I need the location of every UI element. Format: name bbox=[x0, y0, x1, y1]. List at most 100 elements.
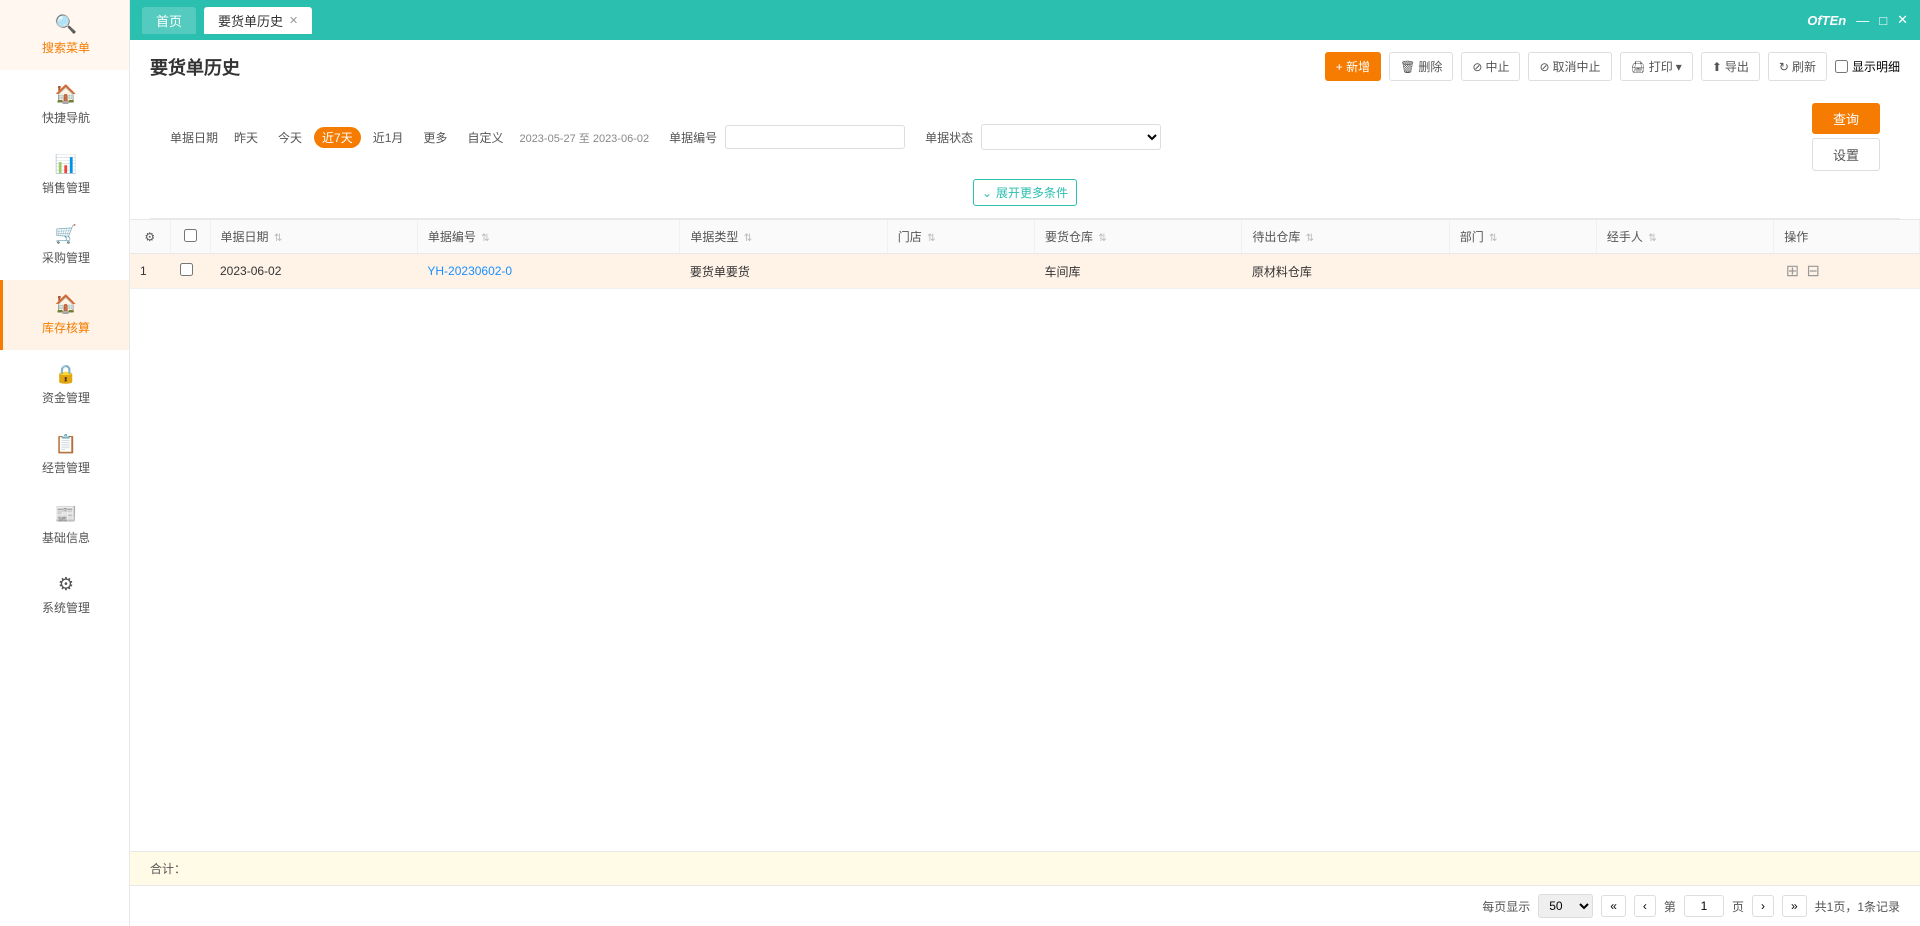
refresh-button[interactable]: ↻ 刷新 bbox=[1768, 52, 1827, 81]
maximize-button[interactable]: □ bbox=[1879, 13, 1887, 28]
date-opt-yesterday[interactable]: 昨天 bbox=[226, 127, 266, 148]
export-icon: ⬆ bbox=[1712, 60, 1722, 74]
inventory-icon: 🏠 bbox=[55, 294, 77, 315]
sidebar-item-basic[interactable]: 📰 基础信息 bbox=[0, 490, 129, 560]
date-opt-1month[interactable]: 近1月 bbox=[365, 127, 412, 148]
query-button[interactable]: 查询 bbox=[1812, 103, 1880, 134]
sort-icon-handler[interactable]: ⇅ bbox=[1648, 233, 1656, 244]
sidebar-item-purchase[interactable]: 🛒 采购管理 bbox=[0, 210, 129, 280]
row-bill-no: YH-20230602-0 bbox=[417, 254, 679, 289]
page-size-select[interactable]: 50 10 20 100 bbox=[1538, 894, 1593, 918]
row-actions: ⊞ ⊟ bbox=[1774, 254, 1920, 289]
prev-page-button[interactable]: ‹ bbox=[1634, 895, 1656, 917]
th-department: 部门 ⇅ bbox=[1449, 220, 1596, 254]
home-icon: 🏠 bbox=[55, 84, 77, 105]
sort-icon-dept[interactable]: ⇅ bbox=[1489, 233, 1497, 244]
settings-icon[interactable]: ⚙ bbox=[144, 230, 155, 244]
sort-icon-billno[interactable]: ⇅ bbox=[481, 233, 489, 244]
first-page-button[interactable]: « bbox=[1601, 895, 1626, 917]
date-range-display: 2023-05-27 至 2023-06-02 bbox=[519, 130, 649, 146]
tab-requisition-label: 要货单历史 bbox=[218, 11, 283, 30]
page-title-row: 要货单历史 + 新增 🗑 删除 ⊘ 中止 ⊘ 取消中止 bbox=[150, 52, 1900, 91]
th-date: 单据日期 ⇅ bbox=[210, 220, 417, 254]
row-req-warehouse: 车间库 bbox=[1034, 254, 1241, 289]
sidebar-label-operations: 经营管理 bbox=[42, 459, 90, 476]
brand-label: OfTEn bbox=[1807, 13, 1846, 28]
table-header: ⚙ 单据日期 ⇅ 单据编号 ⇅ bbox=[130, 220, 1920, 254]
sidebar-label-search: 搜索菜单 bbox=[42, 39, 90, 56]
th-bill-no: 单据编号 ⇅ bbox=[417, 220, 679, 254]
bill-no-input[interactable] bbox=[725, 125, 905, 149]
stop-button[interactable]: ⊘ 中止 bbox=[1461, 52, 1520, 81]
expand-filter-button[interactable]: ⌄ 展开更多条件 bbox=[973, 179, 1077, 206]
chart-icon: 📊 bbox=[55, 154, 77, 175]
cancel-stop-icon: ⊘ bbox=[1539, 60, 1549, 74]
bill-no-label: 单据编号 bbox=[669, 129, 717, 146]
clipboard-icon: 📋 bbox=[55, 434, 77, 455]
minimize-button[interactable]: — bbox=[1856, 13, 1869, 28]
sidebar-item-finance[interactable]: 🔒 资金管理 bbox=[0, 350, 129, 420]
date-opt-custom[interactable]: 自定义 bbox=[459, 127, 511, 148]
row-checkbox bbox=[170, 254, 210, 289]
sort-icon-type[interactable]: ⇅ bbox=[744, 233, 752, 244]
row-handler bbox=[1596, 254, 1773, 289]
tab-requisition[interactable]: 要货单历史 ✕ bbox=[204, 7, 312, 34]
sidebar-label-sales: 销售管理 bbox=[42, 179, 90, 196]
cancel-stop-button[interactable]: ⊘ 取消中止 bbox=[1528, 52, 1611, 81]
bill-no-link[interactable]: YH-20230602-0 bbox=[427, 264, 512, 278]
print-button[interactable]: 🖨 打印 ▾ bbox=[1620, 52, 1693, 81]
sort-icon-req-warehouse[interactable]: ⇅ bbox=[1098, 233, 1106, 244]
display-detail-label[interactable]: 显示明细 bbox=[1835, 58, 1900, 75]
date-opt-today[interactable]: 今天 bbox=[270, 127, 310, 148]
sort-icon-date[interactable]: ⇅ bbox=[274, 233, 282, 244]
date-opt-7days[interactable]: 近7天 bbox=[314, 127, 361, 148]
total-info: 共1页，1条记录 bbox=[1815, 898, 1900, 915]
display-detail-checkbox[interactable] bbox=[1835, 60, 1848, 73]
settings-button[interactable]: 设置 bbox=[1812, 138, 1880, 171]
delete-button[interactable]: 🗑 删除 bbox=[1389, 52, 1453, 81]
print-dropdown-icon: ▾ bbox=[1676, 60, 1682, 74]
date-opt-more[interactable]: 更多 bbox=[415, 127, 455, 148]
sidebar: 🔍 搜索菜单 🏠 快捷导航 📊 销售管理 🛒 采购管理 🏠 库存核算 🔒 资金管… bbox=[0, 0, 130, 926]
row-edit-icon[interactable]: ⊞ bbox=[1786, 263, 1799, 280]
filter-expand-row: ⌄ 展开更多条件 bbox=[170, 179, 1880, 206]
sidebar-label-basic: 基础信息 bbox=[42, 529, 90, 546]
new-button[interactable]: + 新增 bbox=[1325, 52, 1381, 81]
footer-summary: 合计： bbox=[130, 851, 1920, 885]
page-suffix: 页 bbox=[1732, 898, 1744, 915]
sidebar-item-search[interactable]: 🔍 搜索菜单 bbox=[0, 0, 129, 70]
tab-home[interactable]: 首页 bbox=[142, 7, 196, 34]
sidebar-item-inventory[interactable]: 🏠 库存核算 bbox=[0, 280, 129, 350]
sort-icon-store[interactable]: ⇅ bbox=[927, 233, 935, 244]
row-select-checkbox[interactable] bbox=[180, 263, 193, 276]
page-input[interactable] bbox=[1684, 895, 1724, 917]
sidebar-item-quicknav[interactable]: 🏠 快捷导航 bbox=[0, 70, 129, 140]
print-icon: 🖨 bbox=[1631, 60, 1646, 74]
next-page-button[interactable]: › bbox=[1752, 895, 1774, 917]
stop-icon: ⊘ bbox=[1472, 60, 1482, 74]
status-label: 单据状态 bbox=[925, 129, 973, 146]
sidebar-item-sales[interactable]: 📊 销售管理 bbox=[0, 140, 129, 210]
status-select[interactable] bbox=[981, 124, 1161, 150]
row-delete-icon[interactable]: ⊟ bbox=[1806, 263, 1819, 280]
filter-row: 单据日期 昨天 今天 近7天 近1月 更多 自定义 2023-05-27 至 2… bbox=[170, 103, 1880, 171]
page-size-label: 每页显示 bbox=[1482, 898, 1530, 915]
export-button[interactable]: ⬆ 导出 bbox=[1701, 52, 1760, 81]
sidebar-item-system[interactable]: ⚙ 系统管理 bbox=[0, 560, 129, 630]
sidebar-item-operations[interactable]: 📋 经营管理 bbox=[0, 420, 129, 490]
sidebar-label-purchase: 采购管理 bbox=[42, 249, 90, 266]
row-pending-warehouse: 原材料仓库 bbox=[1242, 254, 1449, 289]
tab-close-icon[interactable]: ✕ bbox=[289, 14, 298, 27]
th-bill-type: 单据类型 ⇅ bbox=[680, 220, 887, 254]
table-row[interactable]: 1 2023-06-02 YH-20230602-0 要货单要货 车间库 原材料… bbox=[130, 254, 1920, 289]
filter-billno-group: 单据编号 bbox=[669, 125, 905, 149]
gear-icon: ⚙ bbox=[58, 574, 74, 595]
select-all-checkbox[interactable] bbox=[184, 229, 197, 242]
last-page-button[interactable]: » bbox=[1782, 895, 1807, 917]
topbar: 首页 要货单历史 ✕ OfTEn — □ ✕ bbox=[130, 0, 1920, 40]
date-options: 昨天 今天 近7天 近1月 更多 自定义 bbox=[226, 127, 511, 148]
tab-home-label: 首页 bbox=[156, 11, 182, 30]
newspaper-icon: 📰 bbox=[55, 504, 77, 525]
sort-icon-pending-warehouse[interactable]: ⇅ bbox=[1306, 233, 1314, 244]
close-button[interactable]: ✕ bbox=[1897, 12, 1908, 28]
